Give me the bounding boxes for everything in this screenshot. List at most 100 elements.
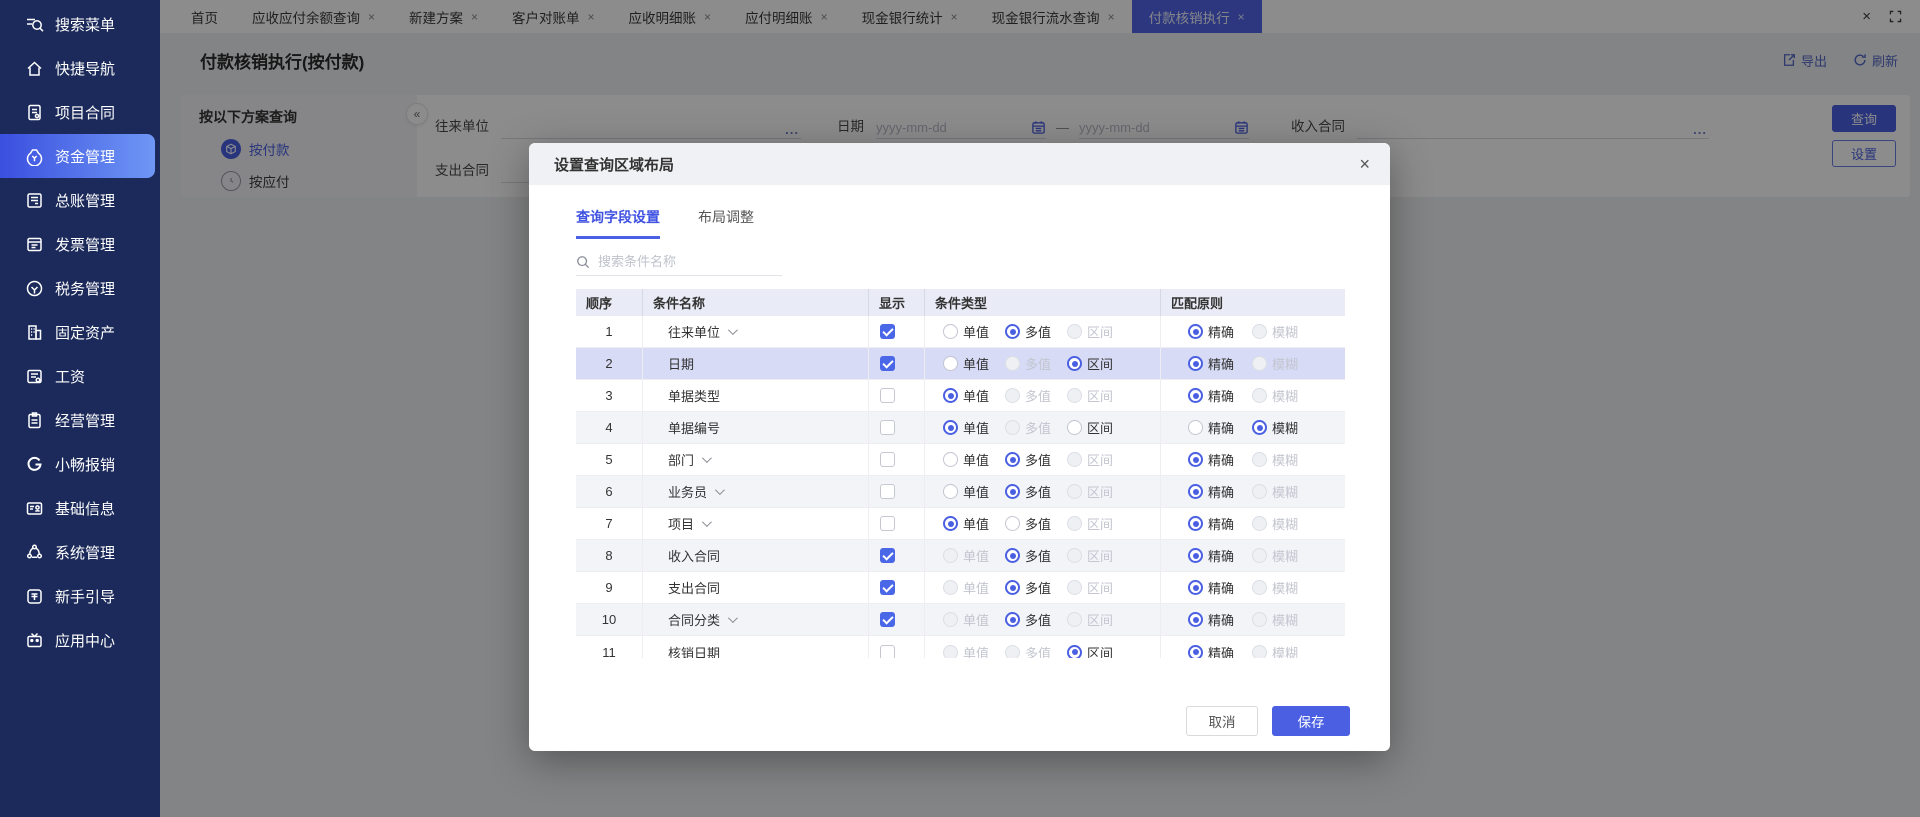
sidebar-item-经营管理[interactable]: 经营管理 <box>0 398 160 442</box>
condition-search-input[interactable] <box>598 254 758 269</box>
chevron-down-icon[interactable] <box>701 453 712 464</box>
general-ledger-icon <box>24 190 44 210</box>
show-checkbox[interactable] <box>880 388 895 403</box>
radio-label: 单值 <box>963 421 990 436</box>
sidebar-item-固定资产[interactable]: 固定资产 <box>0 310 160 354</box>
table-row-支出合同[interactable]: 9 支出合同 单值 多值 区间 精确 模糊 <box>576 572 1345 604</box>
radio-多值-on[interactable] <box>1005 484 1021 499</box>
radio-label: 模糊 <box>1272 613 1299 628</box>
radio-单值-off[interactable] <box>943 356 958 371</box>
show-checkbox[interactable] <box>880 548 895 563</box>
radio-单值-on[interactable] <box>943 420 958 435</box>
sidebar-item-发票管理[interactable]: 发票管理 <box>0 222 160 266</box>
radio-label: 区间 <box>1087 453 1114 468</box>
radio-label: 多值 <box>1025 453 1052 468</box>
radio-label: 精确 <box>1208 325 1235 340</box>
tab-layout-adjust[interactable]: 布局调整 <box>698 207 754 239</box>
sidebar-item-基础信息[interactable]: 基础信息 <box>0 486 160 530</box>
radio-精确-on[interactable] <box>1188 644 1203 658</box>
radio-单值-off[interactable] <box>943 452 958 467</box>
radio-精确-on[interactable] <box>1188 452 1203 467</box>
chevron-down-icon[interactable] <box>727 325 738 336</box>
type-option-单值: 单值 <box>943 482 989 501</box>
chevron-down-icon[interactable] <box>714 485 725 496</box>
radio-区间-off[interactable] <box>1067 420 1083 435</box>
sidebar-item-label: 项目合同 <box>55 104 116 122</box>
table-row-往来单位[interactable]: 1 往来单位 单值 多值 区间 精确 模糊 <box>576 316 1345 348</box>
radio-单值-on[interactable] <box>943 388 958 403</box>
radio-单值-off[interactable] <box>943 484 958 499</box>
table-row-核销日期[interactable]: 11 核销日期 单值 多值 区间 精确 模糊 <box>576 636 1345 658</box>
show-checkbox[interactable] <box>880 644 895 658</box>
radio-label: 区间 <box>1087 613 1114 628</box>
show-checkbox[interactable] <box>880 580 895 595</box>
table-row-合同分类[interactable]: 10 合同分类 单值 多值 区间 精确 模糊 <box>576 604 1345 636</box>
radio-区间-on[interactable] <box>1067 644 1083 658</box>
cell-condition-type: 单值 多值 区间 <box>925 572 1161 603</box>
show-checkbox[interactable] <box>880 452 895 467</box>
tab-query-field-settings[interactable]: 查询字段设置 <box>576 207 660 239</box>
radio-精确-on[interactable] <box>1188 548 1203 563</box>
cancel-button[interactable]: 取消 <box>1186 706 1258 736</box>
type-option-单值: 单值 <box>943 578 989 597</box>
table-row-单据编号[interactable]: 4 单据编号 单值 多值 区间 精确 模糊 <box>576 412 1345 444</box>
show-checkbox[interactable] <box>880 324 895 339</box>
radio-精确-on[interactable] <box>1188 484 1203 499</box>
radio-单值-off[interactable] <box>943 324 958 339</box>
sidebar-item-项目合同[interactable]: 项目合同 <box>0 90 160 134</box>
column-header-显示: 显示 <box>869 289 925 316</box>
show-checkbox[interactable] <box>880 612 895 627</box>
radio-精确-on[interactable] <box>1188 388 1203 403</box>
table-row-项目[interactable]: 7 项目 单值 多值 区间 精确 模糊 <box>576 508 1345 540</box>
cell-order: 6 <box>576 476 643 507</box>
chevron-down-icon[interactable] <box>727 613 738 624</box>
sidebar-item-总账管理[interactable]: 总账管理 <box>0 178 160 222</box>
radio-单值-on[interactable] <box>943 516 958 531</box>
show-checkbox[interactable] <box>880 484 895 499</box>
radio-区间-on[interactable] <box>1067 356 1083 371</box>
match-option-模糊: 模糊 <box>1252 610 1298 629</box>
sidebar-item-税务管理[interactable]: 税务管理 <box>0 266 160 310</box>
table-row-收入合同[interactable]: 8 收入合同 单值 多值 区间 精确 模糊 <box>576 540 1345 572</box>
sidebar-item-资金管理[interactable]: 资金管理 <box>0 134 155 178</box>
sidebar-item-工资[interactable]: 工资 <box>0 354 160 398</box>
radio-精确-on[interactable] <box>1188 356 1203 371</box>
modal-close-icon[interactable]: × <box>1359 155 1370 173</box>
radio-精确-on[interactable] <box>1188 516 1203 531</box>
radio-精确-off[interactable] <box>1188 420 1203 435</box>
sidebar-item-小畅报销[interactable]: 小畅报销 <box>0 442 160 486</box>
radio-多值-off[interactable] <box>1005 516 1021 531</box>
radio-多值-on[interactable] <box>1005 548 1021 563</box>
sidebar-item-新手引导[interactable]: 新手引导 <box>0 574 160 618</box>
radio-精确-on[interactable] <box>1188 580 1203 595</box>
table-row-业务员[interactable]: 6 业务员 单值 多值 区间 精确 模糊 <box>576 476 1345 508</box>
cell-condition-type: 单值 多值 区间 <box>925 604 1161 635</box>
radio-模糊-on[interactable] <box>1252 420 1268 435</box>
chevron-down-icon[interactable] <box>701 517 712 528</box>
radio-多值-on[interactable] <box>1005 452 1021 467</box>
radio-精确-on[interactable] <box>1188 612 1203 627</box>
show-checkbox[interactable] <box>880 420 895 435</box>
sidebar-item-快捷导航[interactable]: 快捷导航 <box>0 46 160 90</box>
table-row-部门[interactable]: 5 部门 单值 多值 区间 精确 模糊 <box>576 444 1345 476</box>
table-row-单据类型[interactable]: 3 单据类型 单值 多值 区间 精确 模糊 <box>576 380 1345 412</box>
radio-精确-on[interactable] <box>1188 324 1203 339</box>
funds-icon <box>24 146 44 166</box>
sidebar-item-label: 固定资产 <box>55 324 116 342</box>
radio-label: 单值 <box>963 613 990 628</box>
sidebar-item-搜索菜单[interactable]: 搜索菜单 <box>0 2 160 46</box>
radio-多值-on[interactable] <box>1005 580 1021 595</box>
sidebar-item-系统管理[interactable]: 系统管理 <box>0 530 160 574</box>
cell-show <box>869 412 925 443</box>
radio-多值-on[interactable] <box>1005 612 1021 627</box>
radio-多值-on[interactable] <box>1005 324 1021 339</box>
show-checkbox[interactable] <box>880 516 895 531</box>
radio-label: 区间 <box>1087 581 1114 596</box>
sidebar-item-应用中心[interactable]: 应用中心 <box>0 618 160 662</box>
table-row-日期[interactable]: 2 日期 单值 多值 区间 精确 模糊 <box>576 348 1345 380</box>
cell-show <box>869 540 925 571</box>
show-checkbox[interactable] <box>880 356 895 371</box>
save-button[interactable]: 保存 <box>1272 706 1350 736</box>
cell-match-rule: 精确 模糊 <box>1161 572 1345 603</box>
type-option-多值: 多值 <box>1005 418 1051 437</box>
